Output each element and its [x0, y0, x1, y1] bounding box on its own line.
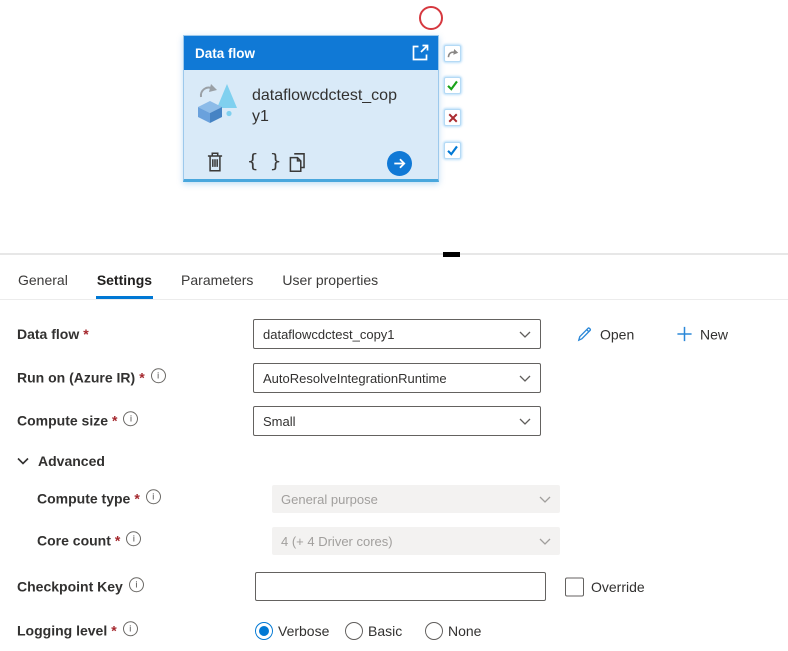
code-braces-icon[interactable]: { } — [247, 149, 281, 173]
activity-card-header: Data flow — [184, 36, 438, 70]
activity-card-body: dataflowcdctest_copy1 { } — [184, 70, 438, 179]
tab-parameters[interactable]: Parameters — [181, 261, 253, 299]
delete-activity-icon[interactable] — [204, 150, 226, 179]
activity-name: dataflowcdctest_copy1 — [252, 87, 397, 125]
open-dataflow-button[interactable]: Open — [575, 325, 634, 344]
tab-user-properties[interactable]: User properties — [282, 261, 378, 299]
core-count-row: Core count * i 4 (+ 4 Driver cores) — [0, 527, 788, 555]
core-count-select: 4 (+ 4 Driver cores) — [272, 527, 560, 555]
dataflow-label: Data flow * — [17, 326, 89, 342]
activity-actions: { } — [184, 150, 438, 178]
compute-type-row: Compute type * i General purpose — [0, 485, 788, 513]
chevron-down-icon — [519, 371, 531, 386]
dataflow-row: Data flow * dataflowcdctest_copy1 Open N… — [0, 319, 788, 349]
radio-none[interactable]: None — [425, 622, 481, 640]
connector-highlight-circle — [419, 6, 443, 30]
activity-type-label: Data flow — [195, 45, 256, 61]
dataflow-settings-panel: Data flow dataflowcdctest_copy1 {} Gene… — [0, 0, 788, 651]
chevron-down-icon — [539, 492, 551, 507]
panel-resize-handle[interactable] — [443, 252, 460, 257]
radio-verbose[interactable]: Verbose — [255, 622, 329, 640]
info-icon[interactable]: i — [123, 410, 139, 426]
logging-level-row: Logging level * i Verbose Basic None — [0, 620, 788, 641]
tab-settings[interactable]: Settings — [95, 261, 154, 299]
dataflow-activity-card[interactable]: Data flow dataflowcdctest_copy1 {} — [183, 35, 439, 182]
chevron-down-icon — [519, 327, 531, 342]
succeeded-port-icon[interactable] — [444, 77, 461, 94]
dataflow-select[interactable]: dataflowcdctest_copy1 — [253, 319, 541, 349]
chevron-down-icon — [539, 534, 551, 549]
required-marker: * — [83, 326, 89, 342]
info-icon[interactable]: i — [128, 576, 144, 592]
advanced-label: Advanced — [38, 453, 105, 469]
panel-divider — [0, 253, 788, 255]
compute-type-label: Compute type * i — [37, 488, 161, 508]
compute-size-select[interactable]: Small — [253, 406, 541, 436]
pipeline-canvas[interactable]: Data flow dataflowcdctest_copy1 {} — [0, 0, 788, 253]
pencil-icon — [575, 325, 594, 344]
plus-icon — [676, 326, 693, 343]
radio-icon — [425, 622, 443, 640]
clone-activity-icon[interactable] — [286, 150, 309, 179]
new-dataflow-button[interactable]: New — [676, 326, 728, 343]
info-icon[interactable]: i — [126, 530, 142, 546]
advanced-toggle[interactable]: Advanced — [17, 453, 105, 469]
override-checkbox[interactable] — [565, 577, 584, 597]
radio-checked-icon — [255, 622, 273, 640]
compute-type-select: General purpose — [272, 485, 560, 513]
dataflow-icon — [196, 80, 240, 129]
settings-form: Data flow * dataflowcdctest_copy1 Open N… — [0, 300, 788, 651]
compute-size-row: Compute size * i Small — [0, 406, 788, 436]
radio-basic[interactable]: Basic — [345, 622, 402, 640]
required-marker: * — [111, 622, 117, 639]
open-activity-icon[interactable] — [410, 43, 430, 63]
required-marker: * — [112, 412, 118, 429]
checkpoint-key-row: Checkpoint Key i Override — [0, 572, 788, 602]
required-marker: * — [134, 490, 140, 507]
radio-icon — [345, 622, 363, 640]
core-count-label: Core count * i — [37, 530, 142, 550]
skipped-port-icon[interactable] — [444, 45, 461, 62]
completed-port-icon[interactable] — [444, 142, 461, 159]
info-icon[interactable]: i — [122, 620, 138, 636]
checkpoint-key-label: Checkpoint Key i — [17, 576, 144, 596]
failed-port-icon[interactable] — [444, 109, 461, 126]
run-on-label: Run on (Azure IR) * i — [17, 367, 166, 387]
run-on-row: Run on (Azure IR) * i AutoResolveIntegrati… — [0, 363, 788, 393]
required-marker: * — [139, 369, 145, 386]
logging-level-label: Logging level * i — [17, 620, 138, 640]
chevron-down-icon — [519, 414, 531, 429]
info-icon[interactable]: i — [150, 367, 166, 383]
settings-tabbar: General Settings Parameters User propert… — [0, 261, 788, 300]
checkpoint-key-input[interactable] — [255, 572, 546, 601]
advanced-section-row: Advanced — [0, 451, 788, 471]
compute-size-label: Compute size * i — [17, 410, 139, 430]
add-output-button[interactable] — [387, 151, 412, 176]
required-marker: * — [114, 532, 121, 549]
override-label: Override — [591, 579, 645, 595]
run-on-select[interactable]: AutoResolveIntegrationRuntime — [253, 363, 541, 393]
tab-general[interactable]: General — [18, 261, 68, 299]
info-icon[interactable]: i — [145, 488, 161, 504]
chevron-down-icon — [17, 457, 29, 465]
